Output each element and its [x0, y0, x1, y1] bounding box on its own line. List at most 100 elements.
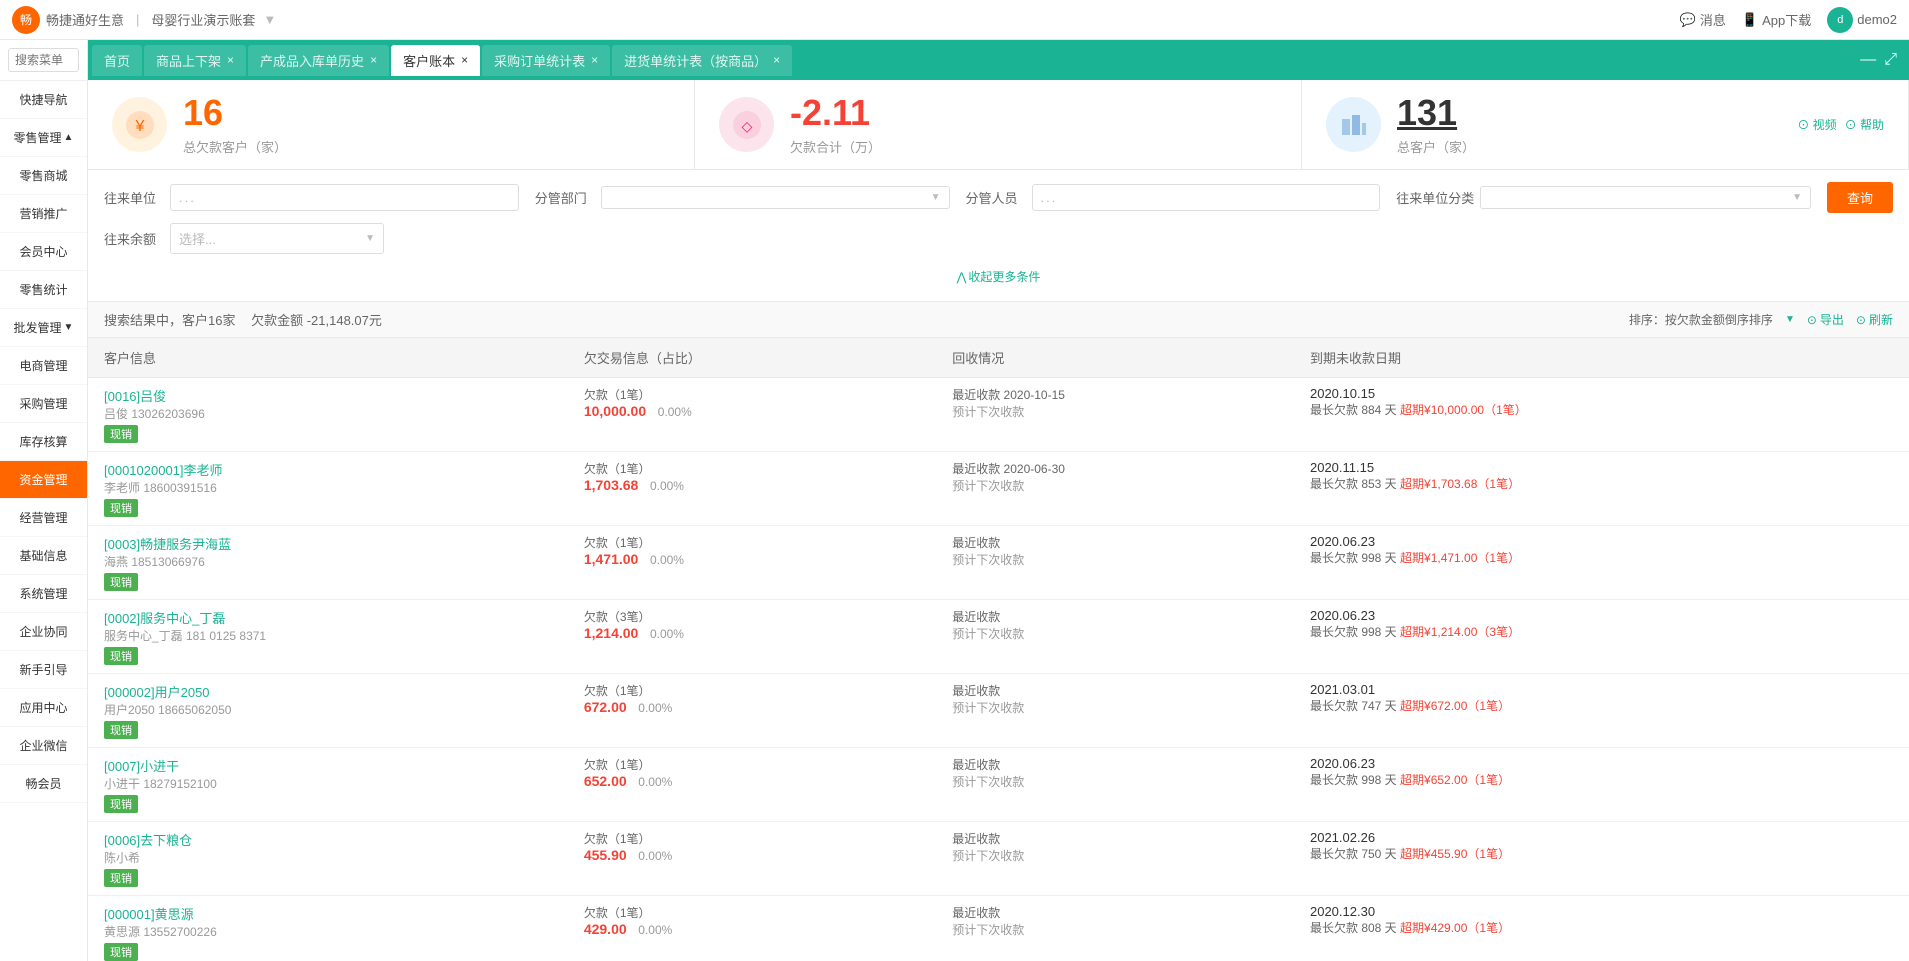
due-date: 2021.03.01	[1310, 682, 1893, 697]
sidebar-item-app-center[interactable]: 应用中心	[0, 689, 87, 727]
debt-ratio: 0.00%	[650, 553, 684, 567]
sidebar-item-ops-mgmt[interactable]: 经营管理	[0, 499, 87, 537]
customer-phone: 海燕 18513066976	[104, 553, 552, 570]
sidebar-item-label: 应用中心	[19, 701, 67, 715]
customer-name-link[interactable]: [0002]服务中心_丁磊	[104, 608, 552, 627]
cell-debt-info: 欠款（1笔） 455.90 0.00%	[568, 822, 936, 896]
sidebar-item-system-mgmt[interactable]: 系统管理	[0, 575, 87, 613]
cell-customer-info: [0001020001]李老师 李老师 18600391516 现销	[88, 452, 568, 526]
customer-name-link[interactable]: [000001]黄思源	[104, 904, 552, 923]
customer-tag: 现销	[104, 573, 138, 591]
tab-close-icon[interactable]: ×	[370, 53, 377, 67]
from-unit-input[interactable]: ...	[170, 184, 519, 211]
tab-product-shelf[interactable]: 商品上下架 ×	[144, 45, 246, 76]
filter-balance: 往来余额 选择... ▼	[104, 223, 384, 254]
help-btn[interactable]: ⊙ 帮助	[1845, 116, 1884, 133]
sidebar-item-member-center[interactable]: 会员中心	[0, 233, 87, 271]
export-button[interactable]: ⊙ 导出	[1807, 311, 1844, 328]
sidebar-item-quick-nav[interactable]: 快捷导航	[0, 81, 87, 119]
dept-select[interactable]: ▼	[601, 186, 950, 209]
video-btn[interactable]: ⊙ 视频	[1797, 116, 1836, 133]
person-input[interactable]: ...	[1032, 184, 1381, 211]
debt-amount-row: 1,471.00 0.00%	[584, 551, 920, 567]
overdue-amount-link[interactable]: 超期¥429.00（1笔）	[1400, 921, 1510, 935]
customer-tag: 现销	[104, 943, 138, 961]
sort-label: 排序：按欠款金额倒序排序	[1629, 311, 1773, 328]
table-row: [0007]小进干 小进干 18279152100 现销 欠款（1笔） 652.…	[88, 748, 1909, 822]
tab-close-icon[interactable]: ×	[591, 53, 598, 67]
overdue-amount-link[interactable]: 超期¥672.00（1笔）	[1400, 699, 1510, 713]
maximize-icon[interactable]: ⤢	[1884, 51, 1897, 69]
tab-label: 采购订单统计表	[494, 51, 585, 70]
app-download-label: App下载	[1762, 10, 1811, 29]
tab-close-icon[interactable]: ×	[773, 53, 780, 67]
table-row: [000002]用户2050 用户2050 18665062050 现销 欠款（…	[88, 674, 1909, 748]
overdue-amount-link[interactable]: 超期¥1,703.68（1笔）	[1400, 477, 1520, 491]
page-content: ¥ 16 总欠款客户（家） ◇	[88, 80, 1909, 961]
balance-label: 往来余额	[104, 229, 164, 248]
cell-debt-info: 欠款（3笔） 1,214.00 0.00%	[568, 600, 936, 674]
sidebar-item-basic-info[interactable]: 基础信息	[0, 537, 87, 575]
collapse-button[interactable]: ⋀ 收起更多条件	[957, 268, 1041, 285]
sidebar-item-retail-mall[interactable]: 零售商城	[0, 157, 87, 195]
debt-ratio: 0.00%	[650, 627, 684, 641]
overdue-amount-link[interactable]: 超期¥1,471.00（1笔）	[1400, 551, 1520, 565]
overdue-amount-link[interactable]: 超期¥10,000.00（1笔）	[1400, 403, 1527, 417]
user-avatar[interactable]: d demo2	[1827, 7, 1897, 33]
sidebar-item-vip-member[interactable]: 畅会员	[0, 765, 87, 803]
debt-amount: 652.00	[584, 773, 627, 789]
minimize-icon[interactable]: —	[1860, 51, 1876, 69]
tab-home[interactable]: 首页	[92, 45, 142, 76]
next-collection: 预计下次收款	[952, 921, 1278, 938]
message-button[interactable]: 💬 消息	[1680, 10, 1726, 29]
tab-customer-account[interactable]: 客户账本 ×	[391, 45, 480, 76]
customer-name-link[interactable]: [000002]用户2050	[104, 682, 552, 701]
chevron-down-icon: ▼	[1785, 314, 1795, 325]
svg-text:¥: ¥	[134, 118, 144, 135]
unit-category-select[interactable]: ▼	[1480, 186, 1811, 209]
due-date: 2020.11.15	[1310, 460, 1893, 475]
sidebar-item-capital-mgmt[interactable]: 资金管理	[0, 461, 87, 499]
overdue-info: 最长欠款 747 天 超期¥672.00（1笔）	[1310, 697, 1893, 714]
sidebar-item-purchase-mgmt[interactable]: 采购管理	[0, 385, 87, 423]
overdue-amount-link[interactable]: 超期¥455.90（1笔）	[1400, 847, 1510, 861]
customer-name-link[interactable]: [0006]去下粮仓	[104, 830, 552, 849]
sidebar-item-label: 经营管理	[19, 511, 67, 525]
search-button[interactable]: 查询	[1827, 182, 1893, 213]
debt-ratio: 0.00%	[638, 849, 672, 863]
customer-name-link[interactable]: [0016]吕俊	[104, 386, 552, 405]
sidebar-item-enterprise-collab[interactable]: 企业协同	[0, 613, 87, 651]
sidebar-item-marketing[interactable]: 营销推广	[0, 195, 87, 233]
sidebar-item-retail-mgmt[interactable]: 零售管理 ▲	[0, 119, 87, 157]
tab-purchase-order[interactable]: 采购订单统计表 ×	[482, 45, 610, 76]
overdue-amount-link[interactable]: 超期¥1,214.00（3笔）	[1400, 625, 1520, 639]
filter-row-1: 往来单位 ... 分管部门 ▼	[104, 182, 1893, 213]
refresh-button[interactable]: ⊙ 刷新	[1856, 311, 1893, 328]
due-date: 2020.06.23	[1310, 608, 1893, 623]
sidebar-item-enterprise-wechat[interactable]: 企业微信	[0, 727, 87, 765]
sidebar: 快捷导航 零售管理 ▲ 零售商城 营销推广 会员中心 零售统计 批发管理 ▼	[0, 40, 88, 961]
sidebar-item-batch-mgmt[interactable]: 批发管理 ▼	[0, 309, 87, 347]
sidebar-item-ecommerce[interactable]: 电商管理	[0, 347, 87, 385]
customer-name-link[interactable]: [0003]畅捷服务尹海蓝	[104, 534, 552, 553]
tab-close-icon[interactable]: ×	[227, 53, 234, 67]
cell-due-date: 2020.06.23 最长欠款 998 天 超期¥1,214.00（3笔）	[1294, 600, 1909, 674]
tab-purchase-stats[interactable]: 进货单统计表（按商品） ×	[612, 45, 792, 76]
sidebar-item-inventory[interactable]: 库存核算	[0, 423, 87, 461]
filter-from-unit: 往来单位 ...	[104, 184, 519, 211]
sidebar-item-newbie-guide[interactable]: 新手引导	[0, 651, 87, 689]
sidebar-item-retail-stats[interactable]: 零售统计	[0, 271, 87, 309]
customer-name-link[interactable]: [0007]小进干	[104, 756, 552, 775]
tab-close-icon[interactable]: ×	[461, 53, 468, 67]
cell-debt-info: 欠款（1笔） 652.00 0.00%	[568, 748, 936, 822]
tab-production-history[interactable]: 产成品入库单历史 ×	[248, 45, 389, 76]
customer-name-link[interactable]: [0001020001]李老师	[104, 460, 552, 479]
stat-debt-label: 欠款合计（万）	[790, 137, 881, 156]
debt-amount: 1,703.68	[584, 477, 639, 493]
company-selector[interactable]: 母婴行业演示账套	[151, 10, 255, 29]
overdue-amount-link[interactable]: 超期¥652.00（1笔）	[1400, 773, 1510, 787]
balance-select[interactable]: 选择... ▼	[170, 223, 384, 254]
top-bar-right: 💬 消息 📱 App下载 d demo2	[1680, 7, 1897, 33]
search-input[interactable]	[8, 48, 79, 72]
app-download-button[interactable]: 📱 App下载	[1742, 10, 1811, 29]
